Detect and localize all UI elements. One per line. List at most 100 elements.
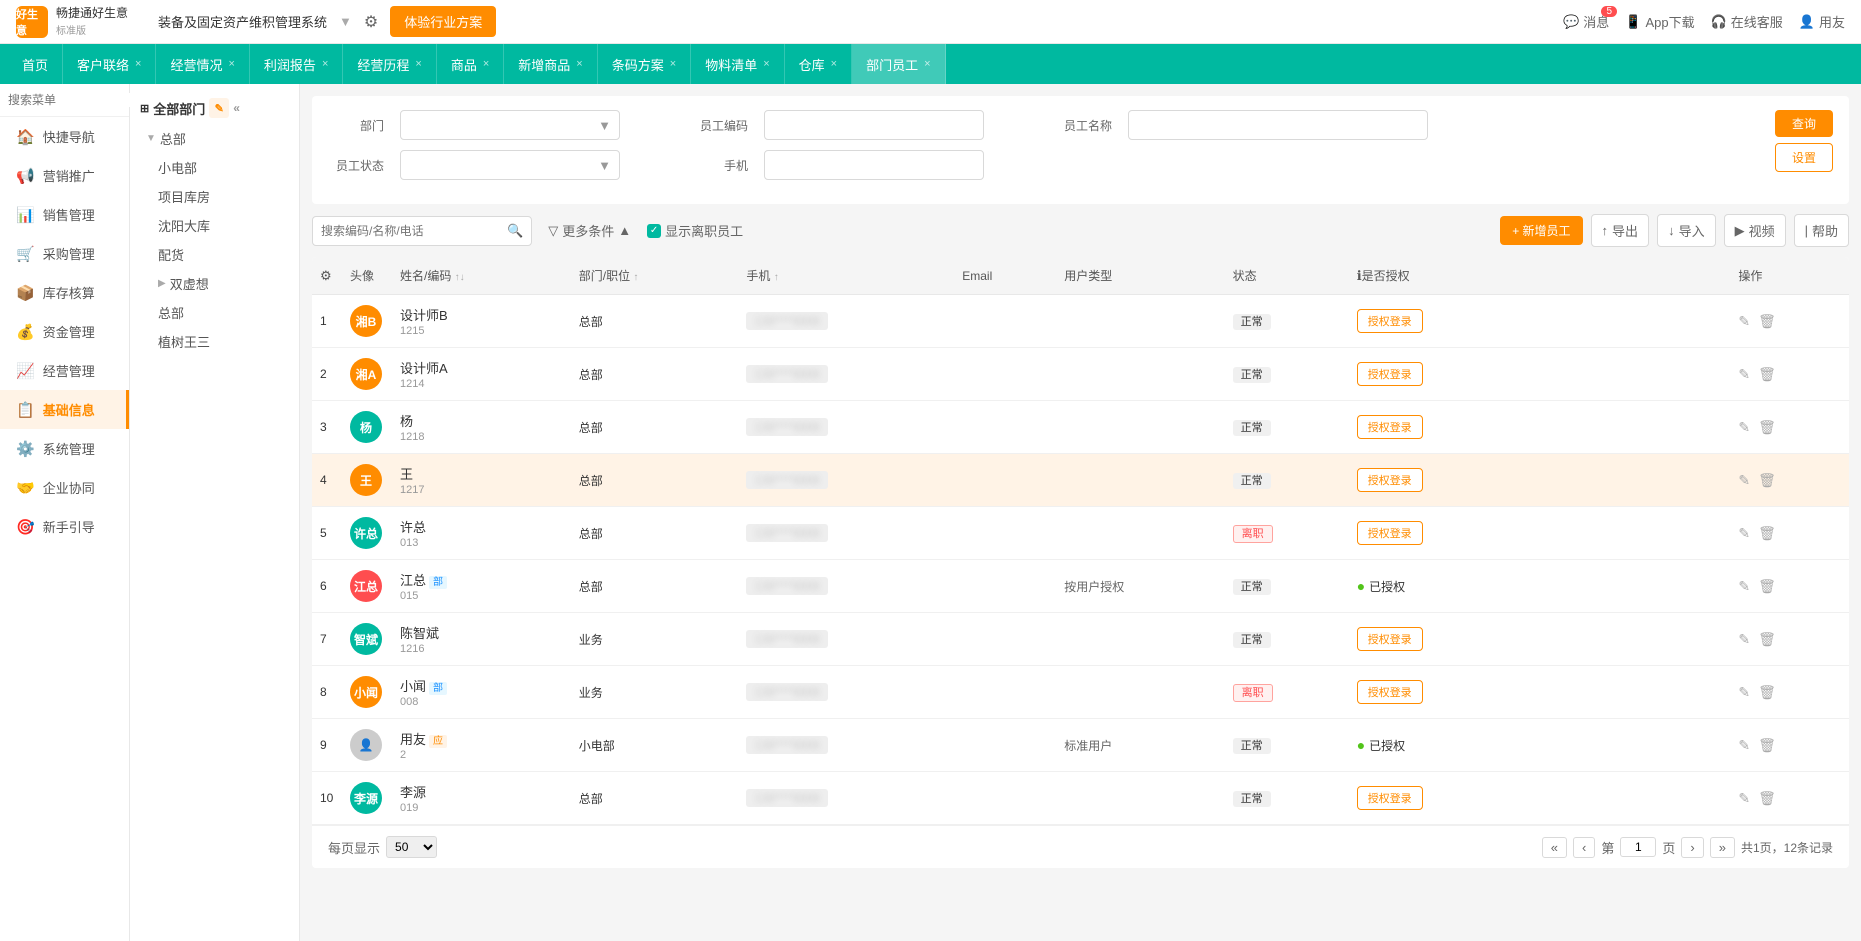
- sidebar-item-mgmt[interactable]: 📈 经营管理: [0, 351, 129, 390]
- query-button[interactable]: 查询: [1775, 110, 1833, 137]
- last-page-button[interactable]: »: [1710, 837, 1735, 858]
- edit-button[interactable]: ✎: [1738, 737, 1750, 754]
- filter-status-select[interactable]: ▼: [400, 150, 620, 180]
- tab-bom[interactable]: 物料清单×: [691, 44, 784, 84]
- filter-phone-input[interactable]: [764, 150, 984, 180]
- set-button[interactable]: 设置: [1775, 143, 1833, 172]
- close-tab-barcode[interactable]: ×: [670, 58, 676, 70]
- tab-profit[interactable]: 利润报告×: [250, 44, 343, 84]
- auth-login-button[interactable]: 授权登录: [1357, 415, 1423, 439]
- col-dept[interactable]: 部门/职位 ↑: [571, 257, 739, 295]
- filter-dept-select[interactable]: ▼: [400, 110, 620, 140]
- delete-button[interactable]: 🗑: [1758, 684, 1776, 701]
- edit-button[interactable]: ✎: [1738, 525, 1750, 542]
- tab-goods[interactable]: 商品×: [437, 44, 504, 84]
- delete-button[interactable]: 🗑: [1758, 366, 1776, 383]
- delete-button[interactable]: 🗑: [1758, 737, 1776, 754]
- app-download-button[interactable]: 📱 App下载: [1625, 12, 1694, 31]
- message-button[interactable]: 💬 消息 5: [1563, 12, 1609, 31]
- filter-name-input[interactable]: [1128, 110, 1428, 140]
- sidebar-item-guide[interactable]: 🎯 新手引导: [0, 507, 129, 546]
- col-phone[interactable]: 手机 ↑: [738, 257, 954, 295]
- dept-node-xiaodiandept[interactable]: 小电部: [130, 153, 299, 182]
- tab-operation[interactable]: 经营情况×: [156, 44, 249, 84]
- close-tab-profit[interactable]: ×: [322, 58, 328, 70]
- edit-button[interactable]: ✎: [1738, 631, 1750, 648]
- auth-login-button[interactable]: 授权登录: [1357, 468, 1423, 492]
- close-tab-customer[interactable]: ×: [135, 58, 141, 70]
- sidebar-item-inventory[interactable]: 📦 库存核算: [0, 273, 129, 312]
- dept-edit-button[interactable]: ✎: [209, 98, 229, 118]
- tab-warehouse[interactable]: 仓库×: [785, 44, 852, 84]
- close-tab-dept[interactable]: ×: [924, 58, 930, 70]
- dept-node-shenyang[interactable]: 沈阳大库: [130, 211, 299, 240]
- tab-home[interactable]: 首页: [8, 44, 63, 84]
- close-tab-operation[interactable]: ×: [228, 58, 234, 70]
- dept-node-project[interactable]: 项目库房: [130, 182, 299, 211]
- show-resign-toggle[interactable]: ✓ 显示离职员工: [647, 221, 743, 240]
- sidebar-item-quicknav[interactable]: 🏠 快捷导航: [0, 117, 129, 156]
- page-number-input[interactable]: [1620, 837, 1656, 857]
- sidebar-item-sales[interactable]: 📊 销售管理: [0, 195, 129, 234]
- auth-login-button[interactable]: 授权登录: [1357, 309, 1423, 333]
- col-settings[interactable]: ⚙: [312, 257, 342, 295]
- edit-button[interactable]: ✎: [1738, 419, 1750, 436]
- tab-history[interactable]: 经营历程×: [343, 44, 436, 84]
- edit-button[interactable]: ✎: [1738, 578, 1750, 595]
- delete-button[interactable]: 🗑: [1758, 313, 1776, 330]
- col-name[interactable]: 姓名/编码 ↑↓: [392, 257, 571, 295]
- more-filter-button[interactable]: ▽ 更多条件 ▲: [540, 221, 639, 240]
- auth-login-button[interactable]: 授权登录: [1357, 786, 1423, 810]
- dept-node-shuangxu[interactable]: ▶ 双虚想: [130, 269, 299, 298]
- view-button[interactable]: ▶ 视频: [1724, 214, 1786, 247]
- tab-dept-staff[interactable]: 部门员工×: [852, 44, 945, 84]
- close-tab-goods[interactable]: ×: [483, 58, 489, 70]
- next-page-button[interactable]: ›: [1681, 837, 1703, 858]
- gear-button[interactable]: ⚙: [364, 12, 378, 32]
- sidebar-item-collab[interactable]: 🤝 企业协同: [0, 468, 129, 507]
- edit-button[interactable]: ✎: [1738, 366, 1750, 383]
- first-page-button[interactable]: «: [1542, 837, 1567, 858]
- sidebar-item-basic[interactable]: 📋 基础信息: [0, 390, 129, 429]
- show-resign-checkbox[interactable]: ✓: [647, 224, 661, 238]
- search-input[interactable]: [321, 224, 501, 238]
- auth-login-button[interactable]: 授权登录: [1357, 627, 1423, 651]
- delete-button[interactable]: 🗑: [1758, 419, 1776, 436]
- tab-add-goods[interactable]: 新增商品×: [504, 44, 597, 84]
- auth-login-button[interactable]: 授权登录: [1357, 521, 1423, 545]
- help-button[interactable]: | 帮助: [1794, 214, 1849, 247]
- page-size-select[interactable]: 50 20 100: [386, 836, 437, 858]
- sidebar-item-finance[interactable]: 💰 资金管理: [0, 312, 129, 351]
- delete-button[interactable]: 🗑: [1758, 790, 1776, 807]
- dept-node-zongbu2[interactable]: 总部: [130, 298, 299, 327]
- user-button[interactable]: 👤 用友: [1799, 12, 1845, 31]
- close-tab-bom[interactable]: ×: [763, 58, 769, 70]
- edit-button[interactable]: ✎: [1738, 684, 1750, 701]
- delete-button[interactable]: 🗑: [1758, 472, 1776, 489]
- dept-collapse-button[interactable]: «: [233, 101, 240, 115]
- prev-page-button[interactable]: ‹: [1573, 837, 1595, 858]
- sidebar-item-system[interactable]: ⚙️ 系统管理: [0, 429, 129, 468]
- export-button[interactable]: ↑ 导出: [1591, 214, 1650, 247]
- edit-button[interactable]: ✎: [1738, 472, 1750, 489]
- close-tab-add-goods[interactable]: ×: [576, 58, 582, 70]
- auth-login-button[interactable]: 授权登录: [1357, 680, 1423, 704]
- online-service-button[interactable]: 🎧 在线客服: [1711, 12, 1783, 31]
- import-button[interactable]: ↓ 导入: [1657, 214, 1716, 247]
- add-employee-button[interactable]: + 新增员工: [1500, 216, 1582, 245]
- close-tab-warehouse[interactable]: ×: [831, 58, 837, 70]
- delete-button[interactable]: 🗑: [1758, 525, 1776, 542]
- delete-button[interactable]: 🗑: [1758, 631, 1776, 648]
- sidebar-item-marketing[interactable]: 📢 营销推广: [0, 156, 129, 195]
- close-tab-history[interactable]: ×: [415, 58, 421, 70]
- tab-barcode[interactable]: 条码方案×: [598, 44, 691, 84]
- dept-node-peihuo[interactable]: 配货: [130, 240, 299, 269]
- sidebar-item-purchase[interactable]: 🛒 采购管理: [0, 234, 129, 273]
- auth-login-button[interactable]: 授权登录: [1357, 362, 1423, 386]
- filter-code-input[interactable]: [764, 110, 984, 140]
- tab-customer[interactable]: 客户联络×: [63, 44, 156, 84]
- edit-button[interactable]: ✎: [1738, 790, 1750, 807]
- dept-node-zongbu-parent[interactable]: ▼ 总部: [130, 124, 299, 153]
- dept-node-zhishu[interactable]: 植树王三: [130, 327, 299, 356]
- try-button[interactable]: 体验行业方案: [390, 6, 496, 37]
